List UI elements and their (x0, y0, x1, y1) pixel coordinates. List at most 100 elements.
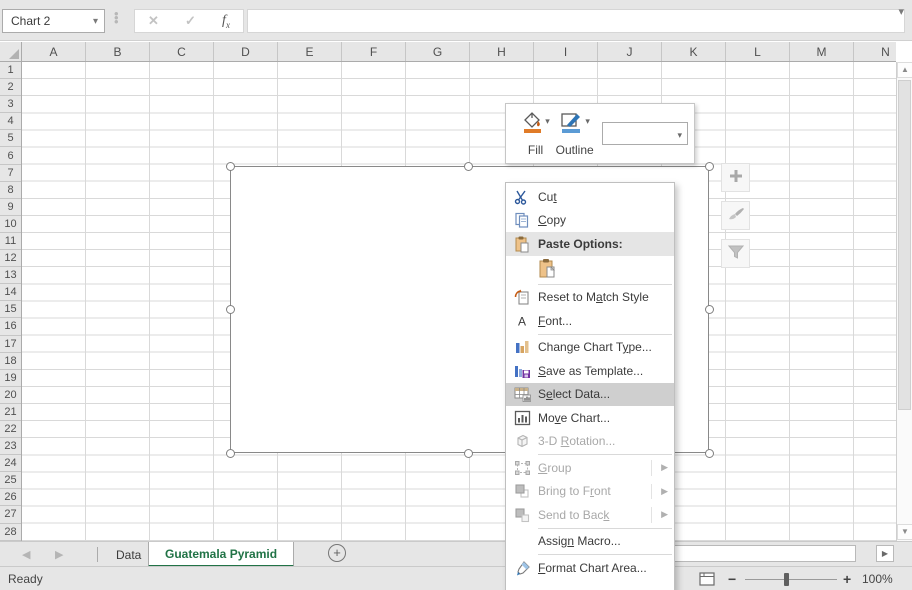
column-header-A[interactable]: A (22, 42, 86, 61)
row-header-13[interactable]: 13 (0, 267, 21, 285)
row-header-7[interactable]: 7 (0, 165, 21, 182)
chart-elements-button[interactable] (721, 163, 750, 192)
zoom-level[interactable]: 100% (862, 572, 893, 586)
zoom-slider-track[interactable] (745, 579, 837, 580)
chart-resize-handle[interactable] (463, 448, 473, 458)
row-header-27[interactable]: 27 (0, 506, 21, 524)
chart-resize-handle[interactable] (463, 161, 473, 171)
row-header-19[interactable]: 19 (0, 370, 21, 387)
row-header-2[interactable]: 2 (0, 79, 21, 97)
row-header-14[interactable]: 14 (0, 284, 21, 302)
row-header-24[interactable]: 24 (0, 455, 21, 473)
menu-item-font[interactable]: A Font... (506, 309, 674, 333)
menu-item-save-as-template[interactable]: Save as Template... (506, 359, 674, 383)
column-header-C[interactable]: C (150, 42, 214, 61)
row-header-20[interactable]: 20 (0, 387, 21, 404)
row-header-25[interactable]: 25 (0, 472, 21, 490)
scroll-down-icon[interactable]: ▼ (897, 524, 912, 540)
enter-icon[interactable]: ✓ (185, 13, 196, 29)
submenu-arrow-icon: ▶ (661, 485, 668, 496)
menu-item-select-data[interactable]: Select Data... (506, 382, 674, 406)
row-header-4[interactable]: 4 (0, 113, 21, 131)
menu-item-reset-to-match-style[interactable]: Reset to Match Style (506, 286, 674, 310)
chart-resize-handle[interactable] (225, 448, 235, 458)
row-header-15[interactable]: 15 (0, 301, 21, 319)
scroll-right-icon[interactable]: ▶ (876, 545, 894, 562)
zoom-in-button[interactable]: + (843, 571, 851, 587)
cancel-icon[interactable]: ✕ (148, 13, 159, 29)
outline-button[interactable]: ▾ Outline (555, 110, 594, 159)
mini-toolbar-combo[interactable]: ▾ (602, 122, 689, 145)
row-header-16[interactable]: 16 (0, 318, 21, 336)
fill-button[interactable]: ▾ Fill (516, 110, 555, 159)
chart-styles-button[interactable] (721, 201, 750, 230)
row-header-21[interactable]: 21 (0, 404, 21, 421)
select-data-icon (506, 386, 538, 403)
select-all-corner[interactable] (0, 42, 22, 62)
menu-item-move-chart[interactable]: Move Chart... (506, 406, 674, 430)
fill-dropdown-icon[interactable]: ▾ (545, 116, 550, 127)
status-bar: Ready − + 100% (0, 566, 912, 590)
column-header-L[interactable]: L (726, 42, 790, 61)
row-header-11[interactable]: 11 (0, 233, 21, 251)
tab-scroll-left-icon[interactable]: ◀ (22, 548, 30, 561)
row-header-5[interactable]: 5 (0, 130, 21, 148)
column-header-H[interactable]: H (470, 42, 534, 61)
column-header-D[interactable]: D (214, 42, 278, 61)
column-header-F[interactable]: F (342, 42, 406, 61)
menu-item-copy[interactable]: Copy (506, 209, 674, 233)
column-header-N[interactable]: N (854, 42, 896, 61)
insert-function-icon[interactable]: fx (222, 13, 230, 30)
row-header-26[interactable]: 26 (0, 489, 21, 507)
chart-resize-handle[interactable] (704, 161, 714, 171)
page-layout-view-icon[interactable] (696, 571, 718, 587)
name-box-dropdown-icon[interactable]: ▾ (93, 16, 98, 27)
expand-formula-bar-icon[interactable]: ▾ (898, 5, 904, 18)
new-sheet-button[interactable]: + (328, 544, 346, 562)
column-header-G[interactable]: G (406, 42, 470, 61)
vertical-scroll-thumb[interactable] (898, 80, 911, 410)
sheet-tab-guatemala-pyramid[interactable]: Guatemala Pyramid (148, 542, 295, 567)
chart-resize-handle[interactable] (225, 304, 235, 314)
zoom-out-button[interactable]: − (728, 571, 736, 587)
row-header-9[interactable]: 9 (0, 199, 21, 216)
tab-scroll-right-icon[interactable]: ▶ (55, 548, 63, 561)
row-header-6[interactable]: 6 (0, 147, 21, 165)
column-header-E[interactable]: E (278, 42, 342, 61)
chart-resize-handle[interactable] (704, 448, 714, 458)
combo-dropdown-icon[interactable]: ▾ (677, 130, 682, 141)
row-header-22[interactable]: 22 (0, 421, 21, 439)
row-header-1[interactable]: 1 (0, 62, 21, 80)
menu-item-change-chart-type[interactable]: Change Chart Type... (506, 336, 674, 360)
plus-icon (729, 169, 743, 186)
chart-resize-handle[interactable] (225, 161, 235, 171)
menu-item-cut[interactable]: Cut (506, 185, 674, 209)
menu-item-format-chart-area[interactable]: Format Chart Area... (506, 556, 674, 580)
chart-filters-button[interactable] (721, 239, 750, 268)
column-header-J[interactable]: J (598, 42, 662, 61)
zoom-slider-thumb[interactable] (784, 573, 789, 586)
vertical-scrollbar[interactable]: ▲ ▼ (896, 62, 912, 541)
row-header-18[interactable]: 18 (0, 353, 21, 370)
submenu-arrow-icon: ▶ (661, 462, 668, 473)
row-header-8[interactable]: 8 (0, 182, 21, 199)
formula-bar-input[interactable] (247, 9, 905, 33)
row-header-23[interactable]: 23 (0, 438, 21, 456)
row-header-10[interactable]: 10 (0, 216, 21, 233)
menu-item-label: Format Chart Area... (538, 560, 647, 575)
menu-item-paste-options[interactable]: Paste Options: (506, 232, 674, 256)
menu-item-assign-macro[interactable]: Assign Macro... (506, 530, 674, 554)
row-header-3[interactable]: 3 (0, 96, 21, 114)
column-header-B[interactable]: B (86, 42, 150, 61)
column-header-I[interactable]: I (534, 42, 598, 61)
row-header-17[interactable]: 17 (0, 336, 21, 353)
scroll-up-icon[interactable]: ▲ (897, 62, 912, 78)
name-box[interactable]: Chart 2 ▾ (2, 9, 105, 33)
outline-dropdown-icon[interactable]: ▾ (585, 116, 590, 127)
column-header-K[interactable]: K (662, 42, 726, 61)
column-header-M[interactable]: M (790, 42, 854, 61)
menu-item-paste-option-default[interactable] (506, 256, 674, 283)
chart-resize-handle[interactable] (704, 304, 714, 314)
row-header-28[interactable]: 28 (0, 524, 21, 541)
row-header-12[interactable]: 12 (0, 250, 21, 268)
